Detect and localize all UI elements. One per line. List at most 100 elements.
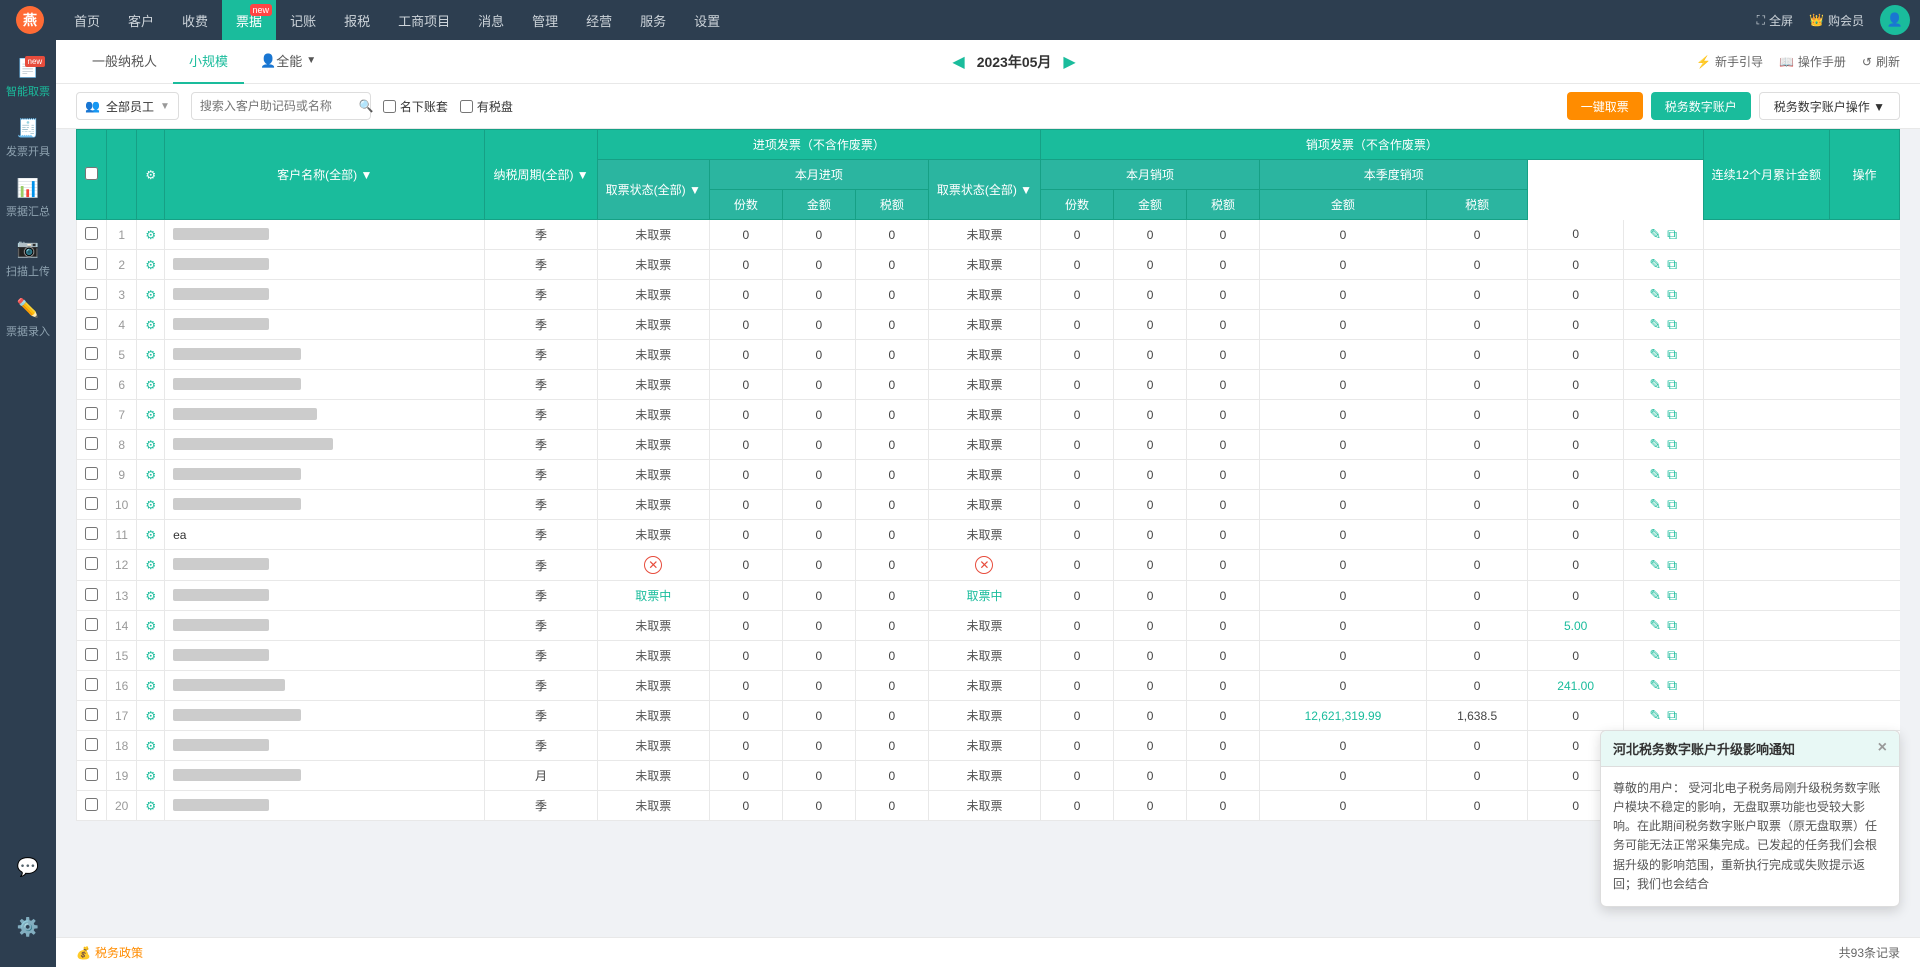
- member-btn[interactable]: 👑 购会员: [1809, 12, 1864, 29]
- tab-all[interactable]: 👤 全能 ▼: [244, 40, 332, 84]
- tax-disk-checkbox-label[interactable]: 有税盘: [460, 98, 513, 115]
- nav-item-报税[interactable]: 报税: [330, 0, 384, 40]
- row-checkbox[interactable]: [85, 678, 98, 691]
- copy-icon[interactable]: ⧉: [1667, 647, 1677, 664]
- row-checkbox[interactable]: [85, 317, 98, 330]
- sidebar-item-message[interactable]: 💬: [0, 837, 56, 897]
- cumulative-amount[interactable]: 241.00: [1557, 679, 1594, 693]
- row-checkbox[interactable]: [85, 618, 98, 631]
- fullscreen-btn[interactable]: ⛶ 全屏: [1757, 12, 1793, 29]
- copy-icon[interactable]: ⧉: [1667, 406, 1677, 423]
- nav-item-设置[interactable]: 设置: [680, 0, 734, 40]
- edit-icon[interactable]: ✎: [1649, 526, 1661, 543]
- sidebar-item-intelligent-invoice[interactable]: 📄 new 智能取票: [0, 48, 56, 108]
- edit-icon[interactable]: ✎: [1649, 466, 1661, 483]
- my-accounts-checkbox[interactable]: [383, 100, 396, 113]
- nav-item-经营[interactable]: 经营: [572, 0, 626, 40]
- sidebar-item-scan-upload[interactable]: 📷 扫描上传: [0, 228, 56, 288]
- tab-small-scale[interactable]: 小规模: [173, 40, 244, 84]
- copy-icon[interactable]: ⧉: [1667, 707, 1677, 724]
- edit-icon[interactable]: ✎: [1649, 557, 1661, 574]
- row-checkbox[interactable]: [85, 257, 98, 270]
- nav-item-管理[interactable]: 管理: [518, 0, 572, 40]
- edit-icon[interactable]: ✎: [1649, 677, 1661, 694]
- row-checkbox[interactable]: [85, 798, 98, 811]
- tab-general-taxpayer[interactable]: 一般纳税人: [76, 40, 173, 84]
- copy-icon[interactable]: ⧉: [1667, 286, 1677, 303]
- nav-item-消息[interactable]: 消息: [464, 0, 518, 40]
- avatar[interactable]: 👤: [1880, 5, 1910, 35]
- cumulative-amount[interactable]: 5.00: [1564, 619, 1587, 633]
- new-guide-btn[interactable]: ⚡ 新手引导: [1696, 53, 1763, 70]
- copy-icon[interactable]: ⧉: [1667, 226, 1677, 243]
- nav-item-首页[interactable]: 首页: [60, 0, 114, 40]
- refresh-btn[interactable]: ↺ 刷新: [1862, 53, 1900, 70]
- edit-icon[interactable]: ✎: [1649, 587, 1661, 604]
- col-input-status-header[interactable]: 取票状态(全部) ▼: [597, 160, 709, 220]
- manual-btn[interactable]: 📖 操作手册: [1779, 53, 1846, 70]
- row-checkbox[interactable]: [85, 347, 98, 360]
- row-checkbox[interactable]: [85, 738, 98, 751]
- edit-icon[interactable]: ✎: [1649, 707, 1661, 724]
- sidebar-item-invoice-entry[interactable]: ✏️ 票据录入: [0, 288, 56, 348]
- row-checkbox[interactable]: [85, 708, 98, 721]
- digital-account-ops-btn[interactable]: 税务数字账户操作 ▼: [1759, 92, 1900, 120]
- tax-disk-checkbox[interactable]: [460, 100, 473, 113]
- row-checkbox[interactable]: [85, 588, 98, 601]
- copy-icon[interactable]: ⧉: [1667, 526, 1677, 543]
- col-output-status-header[interactable]: 取票状态(全部) ▼: [928, 160, 1040, 220]
- nav-item-收费[interactable]: 收费: [168, 0, 222, 40]
- digital-account-btn[interactable]: 税务数字账户: [1651, 92, 1751, 120]
- copy-icon[interactable]: ⧉: [1667, 617, 1677, 634]
- edit-icon[interactable]: ✎: [1649, 436, 1661, 453]
- sidebar-item-settings[interactable]: ⚙️: [0, 897, 56, 957]
- one-click-invoice-btn[interactable]: 一键取票: [1567, 92, 1643, 120]
- employee-select[interactable]: 👥 全部员工 ▼: [76, 92, 179, 120]
- nav-item-票据[interactable]: 票据new: [222, 0, 276, 40]
- row-checkbox[interactable]: [85, 407, 98, 420]
- row-checkbox[interactable]: [85, 497, 98, 510]
- deduct-amount[interactable]: 12,621,319.99: [1305, 709, 1382, 723]
- row-checkbox[interactable]: [85, 287, 98, 300]
- next-month-btn[interactable]: ▶: [1059, 52, 1079, 72]
- copy-icon[interactable]: ⧉: [1667, 376, 1677, 393]
- edit-icon[interactable]: ✎: [1649, 376, 1661, 393]
- edit-icon[interactable]: ✎: [1649, 406, 1661, 423]
- copy-icon[interactable]: ⧉: [1667, 557, 1677, 574]
- copy-icon[interactable]: ⧉: [1667, 496, 1677, 513]
- row-checkbox[interactable]: [85, 557, 98, 570]
- tax-policy-link[interactable]: 💰 税务政策: [76, 944, 143, 961]
- copy-icon[interactable]: ⧉: [1667, 346, 1677, 363]
- row-checkbox[interactable]: [85, 437, 98, 450]
- sidebar-item-invoice-open[interactable]: 🧾 发票开具: [0, 108, 56, 168]
- edit-icon[interactable]: ✎: [1649, 226, 1661, 243]
- row-checkbox[interactable]: [85, 768, 98, 781]
- nav-item-记账[interactable]: 记账: [276, 0, 330, 40]
- copy-icon[interactable]: ⧉: [1667, 466, 1677, 483]
- col-name-header[interactable]: 客户名称(全部) ▼: [165, 130, 485, 220]
- edit-icon[interactable]: ✎: [1649, 496, 1661, 513]
- copy-icon[interactable]: ⧉: [1667, 316, 1677, 333]
- edit-icon[interactable]: ✎: [1649, 647, 1661, 664]
- nav-item-工商项目[interactable]: 工商项目: [384, 0, 464, 40]
- row-checkbox[interactable]: [85, 467, 98, 480]
- copy-icon[interactable]: ⧉: [1667, 587, 1677, 604]
- copy-icon[interactable]: ⧉: [1667, 256, 1677, 273]
- sidebar-item-invoice-summary[interactable]: 📊 票据汇总: [0, 168, 56, 228]
- select-all-checkbox[interactable]: [85, 167, 98, 180]
- row-checkbox[interactable]: [85, 377, 98, 390]
- copy-icon[interactable]: ⧉: [1667, 436, 1677, 453]
- nav-item-服务[interactable]: 服务: [626, 0, 680, 40]
- search-input[interactable]: [200, 99, 355, 113]
- prev-month-btn[interactable]: ◀: [948, 52, 968, 72]
- my-accounts-checkbox-label[interactable]: 名下账套: [383, 98, 448, 115]
- edit-icon[interactable]: ✎: [1649, 346, 1661, 363]
- notification-close-btn[interactable]: ×: [1878, 739, 1887, 757]
- row-checkbox[interactable]: [85, 648, 98, 661]
- edit-icon[interactable]: ✎: [1649, 286, 1661, 303]
- row-checkbox[interactable]: [85, 227, 98, 240]
- edit-icon[interactable]: ✎: [1649, 617, 1661, 634]
- copy-icon[interactable]: ⧉: [1667, 677, 1677, 694]
- edit-icon[interactable]: ✎: [1649, 316, 1661, 333]
- nav-item-客户[interactable]: 客户: [114, 0, 168, 40]
